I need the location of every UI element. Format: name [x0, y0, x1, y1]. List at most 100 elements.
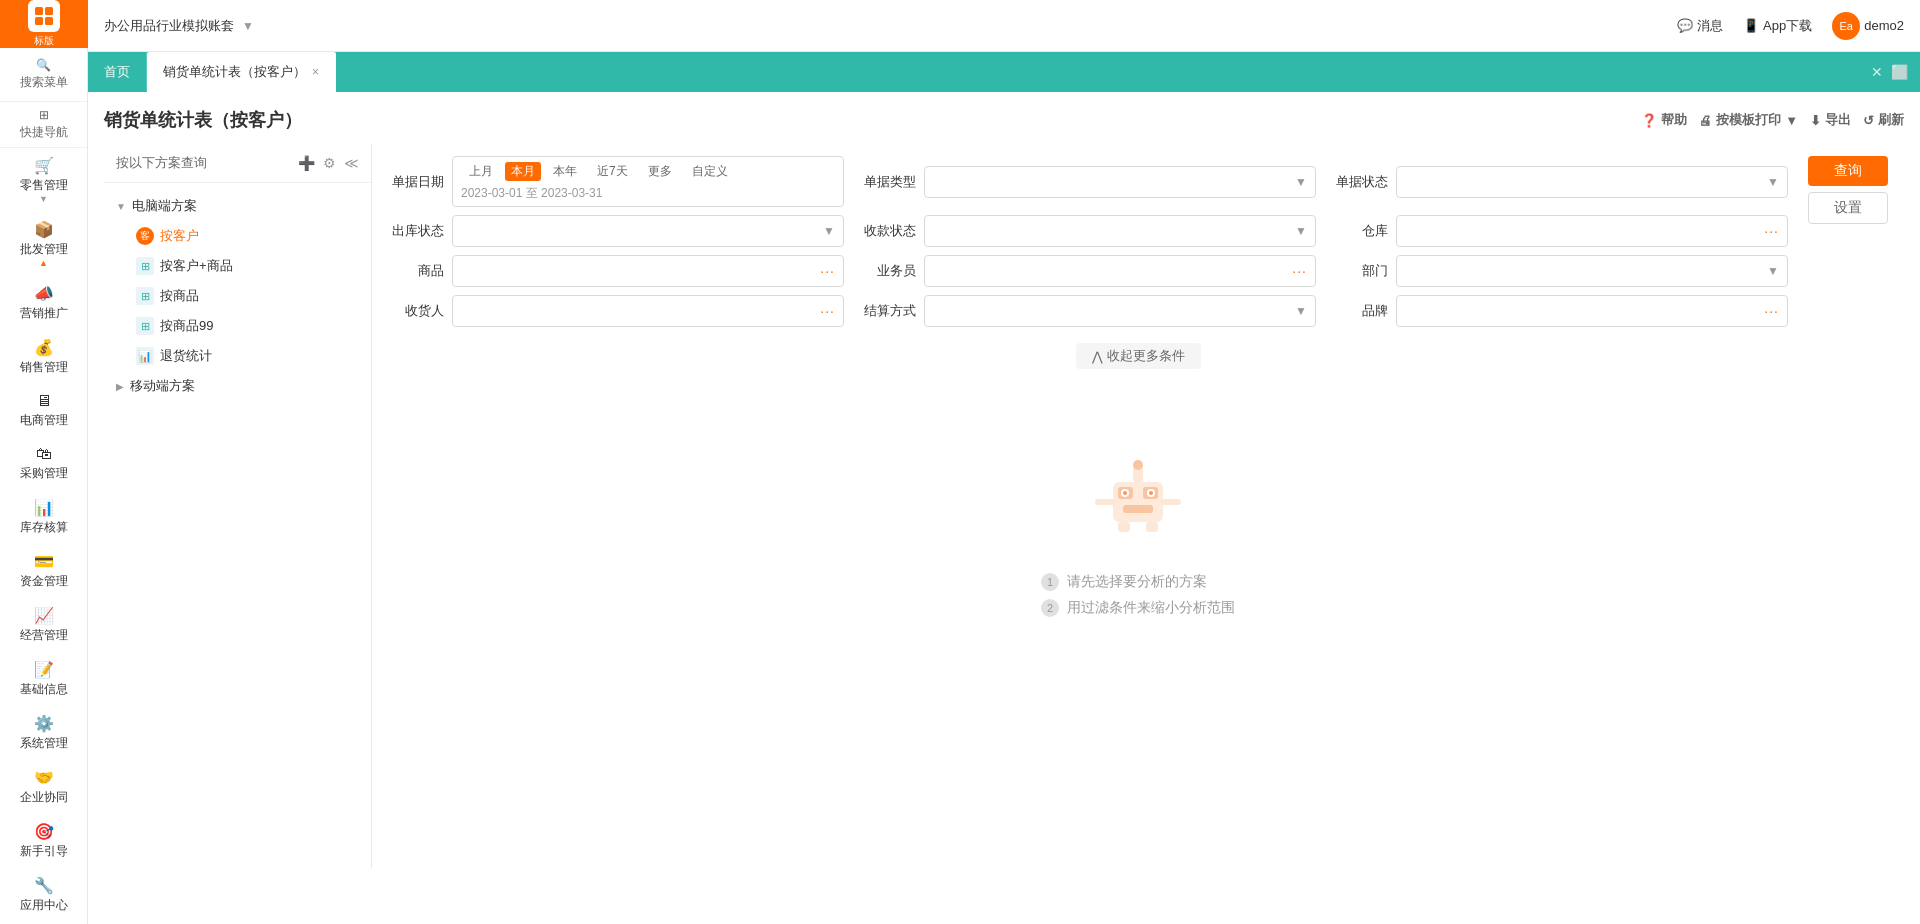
- sidebar-item-sales-label: 销售管理: [20, 359, 68, 376]
- filter-item-status: 单据状态 ▼: [1332, 156, 1788, 207]
- date-tab-last7[interactable]: 近7天: [589, 161, 636, 182]
- tree-child-by-product99[interactable]: ⊞ 按商品99: [124, 311, 371, 341]
- filter-item-settlement: 结算方式 ▼: [860, 295, 1316, 327]
- app-download-btn[interactable]: 📱 App下载: [1743, 17, 1812, 35]
- close-window-icon[interactable]: ✕: [1871, 64, 1883, 80]
- page-header: 销货单统计表（按客户） ❓ 帮助 🖨 按模板打印 ▼ ⬇ 导出: [104, 108, 1904, 132]
- product-dots-icon: ···: [820, 263, 835, 279]
- collapse-row: ⋀ 收起更多条件: [388, 335, 1888, 377]
- salesperson-control[interactable]: ···: [924, 255, 1316, 287]
- search-menu-btn[interactable]: 🔍 搜索菜单: [0, 48, 87, 102]
- user-initials: Ea: [1840, 20, 1853, 32]
- query-button[interactable]: 查询: [1808, 156, 1888, 186]
- date-tab-last-month[interactable]: 上月: [461, 161, 501, 182]
- refresh-btn[interactable]: ↺ 刷新: [1863, 111, 1904, 129]
- tree-child-by-product[interactable]: ⊞ 按商品: [124, 281, 371, 311]
- sidebar-item-marketing-label: 营销推广: [20, 305, 68, 322]
- basic-icon: 📝: [34, 660, 54, 679]
- salesperson-dots-icon: ···: [1292, 263, 1307, 279]
- settlement-arrow-icon: ▼: [1295, 304, 1307, 318]
- status-filter-control[interactable]: ▼: [1396, 166, 1788, 198]
- out-status-control[interactable]: ▼: [452, 215, 844, 247]
- sidebar-item-retail[interactable]: 🛒 零售管理 ▼: [0, 148, 87, 212]
- sidebar-item-wholesale-label: 批发管理: [20, 241, 68, 258]
- appstore-icon: 🔧: [34, 876, 54, 895]
- dept-control[interactable]: ▼: [1396, 255, 1788, 287]
- collapse-up-icon: ⋀: [1092, 349, 1103, 364]
- tree-parent-mobile[interactable]: ▶ 移动端方案: [104, 371, 371, 401]
- grid-icon: ⊞: [39, 108, 49, 122]
- tab-sales-stat[interactable]: 销货单统计表（按客户） ×: [147, 52, 336, 92]
- sidebar-item-operation[interactable]: 📈 经营管理: [0, 598, 87, 652]
- svg-rect-0: [35, 7, 43, 15]
- collapse-btn[interactable]: ⋀ 收起更多条件: [1076, 343, 1201, 369]
- tree-child-by-product-label: 按商品: [160, 287, 199, 305]
- settings-button[interactable]: 设置: [1808, 192, 1888, 224]
- sidebar-item-wholesale[interactable]: 📦 批发管理 ▲: [0, 212, 87, 276]
- sidebar-item-inventory-label: 库存核算: [20, 519, 68, 536]
- date-tab-custom[interactable]: 自定义: [684, 161, 736, 182]
- sidebar-item-purchase-label: 采购管理: [20, 465, 68, 482]
- sidebar-item-inventory[interactable]: 📊 库存核算: [0, 490, 87, 544]
- sidebar-item-basic[interactable]: 📝 基础信息: [0, 652, 87, 706]
- tree-child-by-customer-product[interactable]: ⊞ 按客户+商品: [124, 251, 371, 281]
- print-btn[interactable]: 🖨 按模板打印 ▼: [1699, 111, 1798, 129]
- sidebar-item-corp[interactable]: 🤝 企业协同: [0, 760, 87, 814]
- receiver-control[interactable]: ···: [452, 295, 844, 327]
- date-tab-this-year[interactable]: 本年: [545, 161, 585, 182]
- tab-home[interactable]: 首页: [88, 52, 147, 92]
- type-filter-control[interactable]: ▼: [924, 166, 1316, 198]
- sidebar-item-sales[interactable]: 💰 销售管理: [0, 330, 87, 384]
- settings-scheme-btn[interactable]: ⚙: [323, 155, 336, 171]
- tree-parent-pc[interactable]: ▼ 电脑端方案: [104, 191, 371, 221]
- tab-close-btn[interactable]: ×: [312, 65, 319, 79]
- sidebar-item-basic-label: 基础信息: [20, 681, 68, 698]
- help-icon: ❓: [1641, 113, 1657, 128]
- date-tab-more[interactable]: 更多: [640, 161, 680, 182]
- by-customer-icon: 客: [136, 227, 154, 245]
- receiver-dots-icon: ···: [820, 303, 835, 319]
- out-status-arrow-icon: ▼: [823, 224, 835, 238]
- search-label: 搜索菜单: [20, 74, 68, 91]
- date-filter-control[interactable]: 上月 本月 本年 近7天 更多 自定义 2023-03-01 至 2023-03…: [452, 156, 844, 207]
- sidebar-item-appstore-label: 应用中心: [20, 897, 68, 914]
- tree-child-return-stat-label: 退货统计: [160, 347, 212, 365]
- sidebar-item-finance[interactable]: 💳 资金管理: [0, 544, 87, 598]
- quick-nav-btn[interactable]: ⊞ 快捷导航: [0, 102, 87, 148]
- left-panel-header: 按以下方案查询 ➕ ⚙ ≪: [104, 144, 371, 183]
- tree-child-return-stat[interactable]: 📊 退货统计: [124, 341, 371, 371]
- sidebar-item-appstore[interactable]: 🔧 应用中心: [0, 868, 87, 922]
- user-profile-btn[interactable]: Ea demo2: [1832, 12, 1904, 40]
- sidebar-item-marketing[interactable]: 📣 营销推广: [0, 276, 87, 330]
- maximize-window-icon[interactable]: ⬜: [1891, 64, 1908, 80]
- collapse-panel-btn[interactable]: ≪: [344, 155, 359, 171]
- sidebar-item-purchase[interactable]: 🛍 采购管理: [0, 437, 87, 490]
- warehouse-label: 仓库: [1332, 222, 1388, 240]
- product-control[interactable]: ···: [452, 255, 844, 287]
- filter-item-salesperson: 业务员 ···: [860, 255, 1316, 287]
- add-scheme-btn[interactable]: ➕: [298, 155, 315, 171]
- sidebar-item-ecom[interactable]: 🖥 电商管理: [0, 384, 87, 437]
- sidebar: 标版 🔍 搜索菜单 ⊞ 快捷导航 🛒 零售管理 ▼ 📦 批发管理 ▲ 📣 营销推…: [0, 0, 88, 924]
- active-tab-label: 销货单统计表（按客户）: [163, 63, 306, 81]
- chevron-up-icon: ▲: [39, 258, 48, 268]
- sidebar-item-guide[interactable]: 🎯 新手引导: [0, 814, 87, 868]
- svg-point-10: [1123, 491, 1127, 495]
- brand-control[interactable]: ···: [1396, 295, 1788, 327]
- date-tab-this-month[interactable]: 本月: [505, 162, 541, 181]
- empty-icon: [1078, 437, 1198, 557]
- app-download-label: App下载: [1763, 17, 1812, 35]
- marketing-icon: 📣: [34, 284, 54, 303]
- tree-child-by-customer[interactable]: 客 按客户: [124, 221, 371, 251]
- help-btn[interactable]: ❓ 帮助: [1641, 111, 1687, 129]
- pay-status-control[interactable]: ▼: [924, 215, 1316, 247]
- sidebar-item-system[interactable]: ⚙️ 系统管理: [0, 706, 87, 760]
- sales-icon: 💰: [34, 338, 54, 357]
- settlement-control[interactable]: ▼: [924, 295, 1316, 327]
- search-icon: 🔍: [36, 58, 51, 72]
- message-btn[interactable]: 💬 消息: [1677, 17, 1723, 35]
- tree-child-by-product99-label: 按商品99: [160, 317, 213, 335]
- two-panel-layout: 按以下方案查询 ➕ ⚙ ≪ ▼ 电脑端方案: [104, 144, 1904, 868]
- export-btn[interactable]: ⬇ 导出: [1810, 111, 1851, 129]
- warehouse-control[interactable]: ···: [1396, 215, 1788, 247]
